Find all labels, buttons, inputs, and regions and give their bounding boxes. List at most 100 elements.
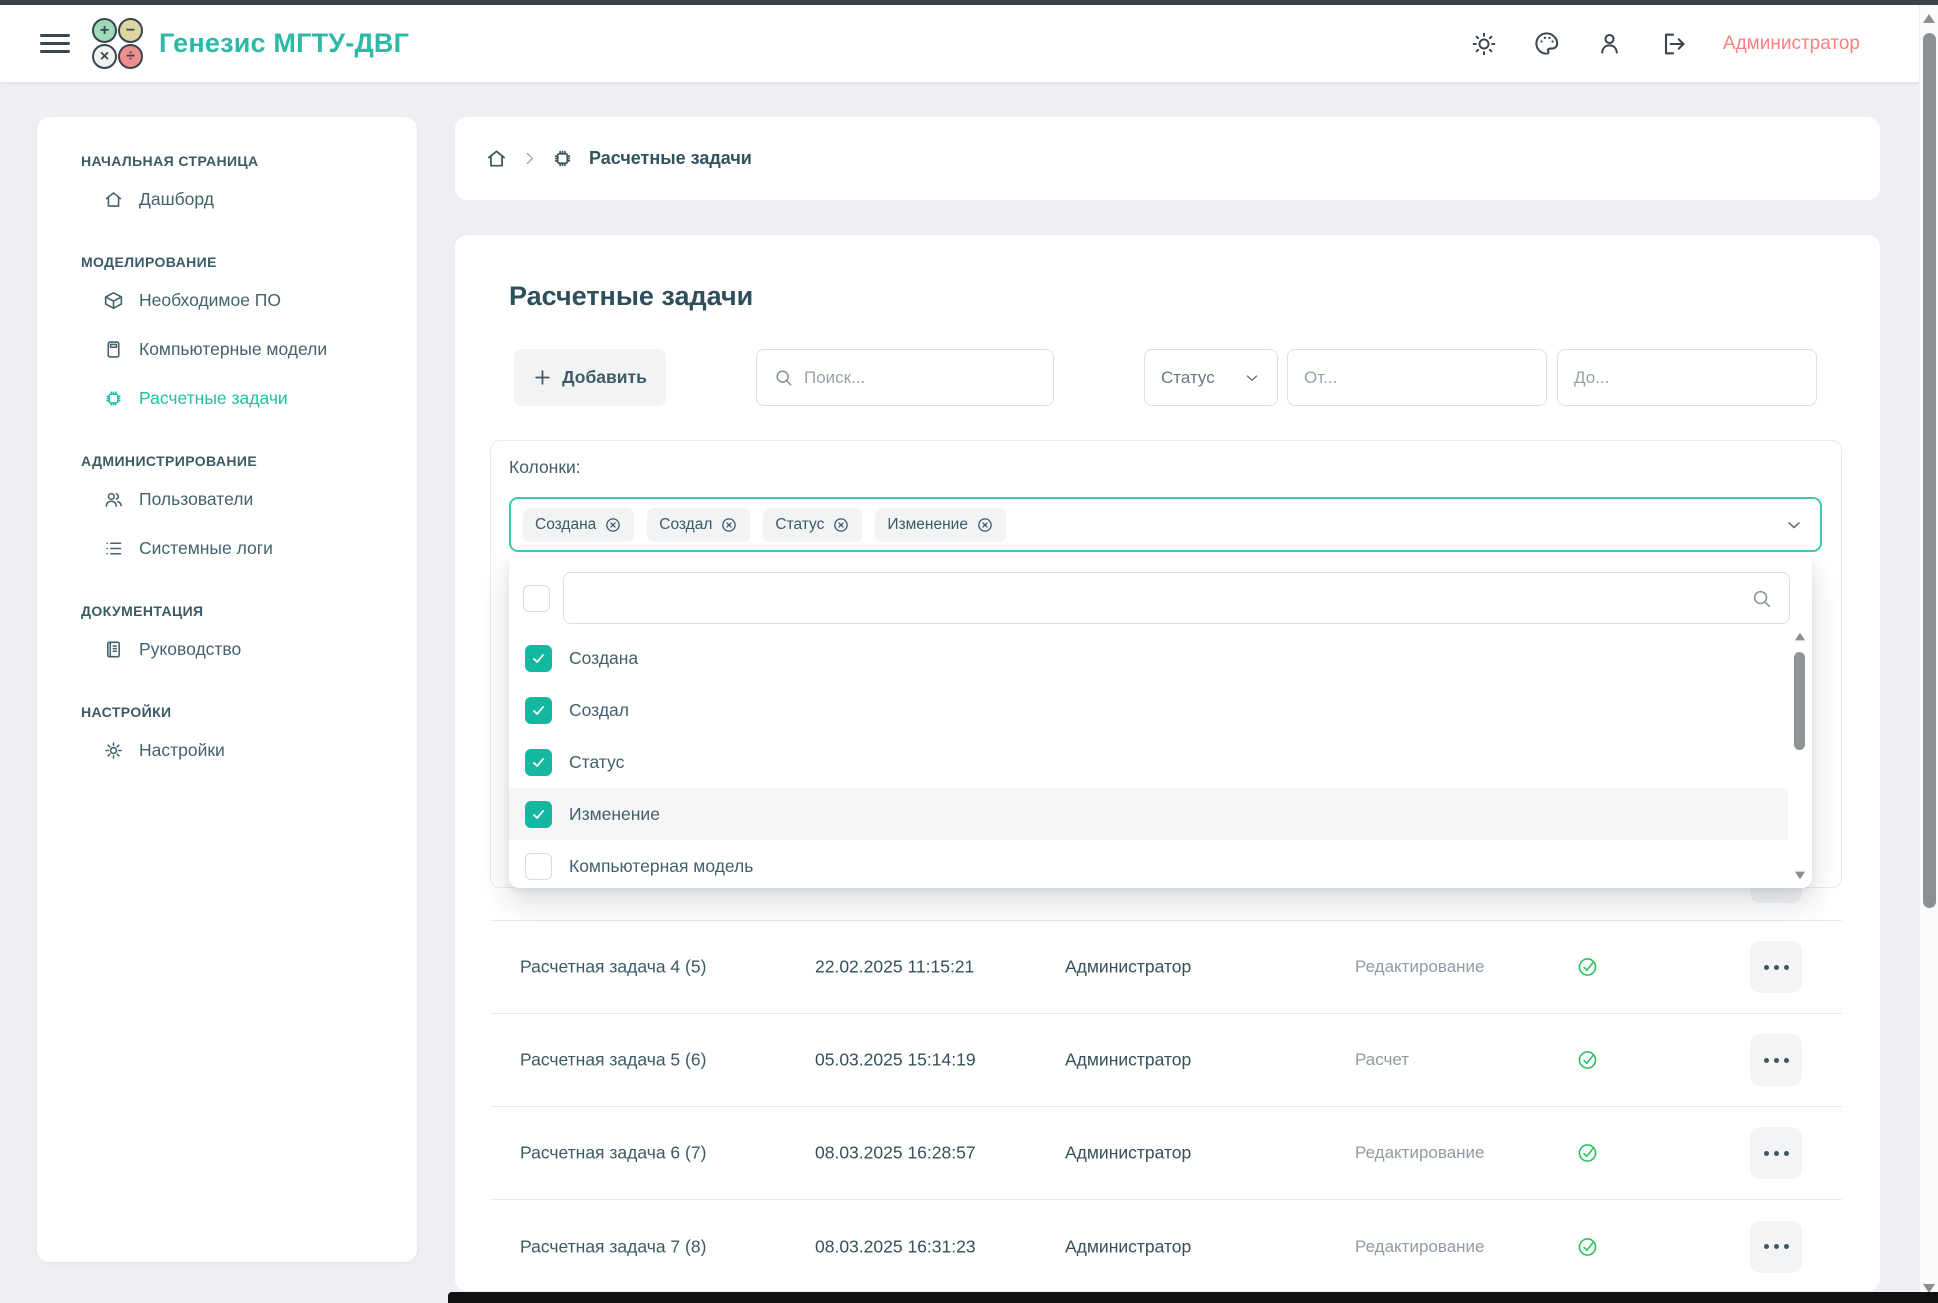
dropdown-option[interactable]: Компьютерная модель [509, 840, 1788, 892]
page-title: Расчетные задачи [509, 281, 754, 311]
sidebar-item-label: Пользователи [139, 489, 254, 509]
column-tag: Создана [523, 507, 635, 542]
column-tag-label: Создана [535, 515, 597, 533]
columns-dropdown: Создана Создал Статус Изменение Компьюте… [509, 558, 1812, 888]
tag-remove-icon[interactable] [976, 516, 994, 534]
logout-icon[interactable] [1659, 30, 1687, 58]
status-select[interactable]: Статус [1144, 349, 1278, 406]
horizontal-scrollbar[interactable] [448, 1292, 1938, 1303]
hamburger-menu-icon[interactable] [40, 29, 70, 58]
sidebar-item-manual[interactable]: Руководство [81, 625, 397, 674]
table-row[interactable]: Расчетная задача 4 (5) 22.02.2025 11:15:… [490, 921, 1842, 1014]
sidebar-item-label: Необходимое ПО [139, 290, 281, 310]
add-button-label: Добавить [562, 367, 647, 387]
row-menu-button[interactable] [1750, 1034, 1802, 1086]
row-menu-button[interactable] [1750, 941, 1802, 993]
date-from-input[interactable] [1304, 367, 1530, 388]
page-scrollbar[interactable] [1919, 5, 1938, 1303]
dropdown-option-label: Создал [569, 699, 629, 720]
sidebar: НАЧАЛЬНАЯ СТРАНИЦА Дашборд МОДЕЛИРОВАНИЕ… [37, 117, 417, 1262]
task-author: Администратор [1065, 1236, 1192, 1256]
checked-checkbox-icon[interactable] [525, 800, 552, 828]
scroll-down-arrow-icon[interactable] [1794, 871, 1806, 880]
sidebar-group-title: МОДЕЛИРОВАНИЕ [81, 254, 217, 270]
gear-icon [103, 740, 124, 761]
chevron-down-icon [1243, 369, 1261, 387]
column-tag: Изменение [875, 507, 1006, 542]
sidebar-item-label: Настройки [139, 740, 225, 760]
dropdown-option-highlighted[interactable]: Изменение [509, 788, 1788, 840]
sidebar-group-title: НАЧАЛЬНАЯ СТРАНИЦА [81, 153, 259, 169]
task-status: Редактирование [1355, 1143, 1485, 1162]
users-icon [103, 489, 124, 510]
sidebar-item-computer-models[interactable]: Компьютерные модели [81, 325, 397, 374]
date-to-input[interactable] [1574, 367, 1800, 388]
checked-checkbox-icon[interactable] [525, 696, 552, 724]
main-content-card: Расчетные задачи Добавить Статус Колонки… [455, 235, 1880, 1291]
dropdown-option[interactable]: Статус [509, 736, 1788, 788]
theme-sun-icon[interactable] [1471, 31, 1497, 57]
plus-icon [535, 370, 550, 385]
column-tag: Статус [763, 507, 863, 542]
task-status: Расчет [1355, 1050, 1410, 1069]
logs-icon [103, 538, 124, 559]
user-icon[interactable] [1596, 30, 1623, 57]
select-all-checkbox[interactable] [523, 584, 550, 612]
row-menu-button[interactable] [1750, 1127, 1802, 1179]
dropdown-option[interactable]: Создал [509, 684, 1788, 736]
dropdown-option-label: Статус [569, 751, 625, 772]
checked-checkbox-icon[interactable] [525, 644, 552, 672]
row-menu-button[interactable] [1750, 1220, 1802, 1273]
book-icon [103, 639, 124, 660]
table-row[interactable]: Расчетная задача 7 (8) 08.03.2025 16:31:… [490, 1200, 1842, 1293]
dropdown-scrollbar-thumb[interactable] [1794, 652, 1805, 750]
task-status: Редактирование [1355, 1236, 1485, 1256]
dropdown-option[interactable]: Создана [509, 632, 1788, 684]
column-tag-label: Изменение [887, 515, 968, 533]
sidebar-item-calculation-tasks[interactable]: Расчетные задачи [81, 374, 397, 423]
status-select-label: Статус [1161, 367, 1215, 387]
sidebar-item-users[interactable]: Пользователи [81, 475, 397, 524]
palette-icon[interactable] [1533, 30, 1560, 57]
user-role-label[interactable]: Администратор [1723, 33, 1860, 55]
window-top-edge [0, 0, 1938, 5]
calculator-icon [103, 339, 124, 360]
scroll-up-arrow-icon[interactable] [1923, 14, 1935, 23]
page-scrollbar-thumb[interactable] [1923, 33, 1936, 908]
tag-remove-icon[interactable] [604, 516, 622, 534]
dropdown-scrollbar[interactable] [1793, 632, 1807, 880]
task-name: Расчетная задача 6 (7) [520, 1142, 707, 1163]
sidebar-group-title: АДМИНИСТРИРОВАНИЕ [81, 453, 258, 469]
search-input[interactable] [804, 367, 1053, 388]
columns-label: Колонки: [509, 457, 581, 477]
table-row[interactable]: Расчетная задача 5 (6) 05.03.2025 15:14:… [490, 1014, 1842, 1107]
chevron-down-icon[interactable] [1784, 515, 1804, 535]
sidebar-item-settings[interactable]: Настройки [81, 726, 397, 775]
dropdown-search-field [563, 572, 1790, 624]
checked-checkbox-icon[interactable] [525, 748, 552, 776]
chevron-right-icon [521, 150, 538, 167]
add-button[interactable]: Добавить [514, 349, 666, 406]
sidebar-item-required-software[interactable]: Необходимое ПО [81, 276, 397, 325]
sidebar-group-title: ДОКУМЕНТАЦИЯ [81, 603, 204, 619]
dropdown-search-input[interactable] [564, 573, 1789, 623]
columns-multiselect[interactable]: Создана Создал Статус Изменение [509, 497, 1822, 552]
sidebar-item-system-logs[interactable]: Системные логи [81, 524, 397, 573]
logo-multiply-icon: × [92, 44, 117, 69]
breadcrumb-page-label[interactable]: Расчетные задачи [589, 148, 752, 169]
sidebar-item-dashboard[interactable]: Дашборд [81, 175, 397, 224]
logo-divide-icon: ÷ [118, 44, 143, 69]
breadcrumb: Расчетные задачи [455, 117, 1880, 200]
sidebar-item-label: Дашборд [139, 189, 214, 209]
table-row[interactable]: Расчетная задача 6 (7) 08.03.2025 16:28:… [490, 1107, 1842, 1200]
table-row-partial [490, 888, 1842, 921]
task-status: Редактирование [1355, 957, 1485, 976]
tag-remove-icon[interactable] [832, 516, 850, 534]
search-field [756, 349, 1054, 406]
tag-remove-icon[interactable] [720, 516, 738, 534]
breadcrumb-home-icon[interactable] [485, 147, 508, 170]
unchecked-checkbox-icon[interactable] [525, 852, 552, 880]
logo-minus-icon: − [118, 18, 143, 43]
scroll-up-arrow-icon[interactable] [1794, 632, 1806, 641]
chip-icon [103, 388, 124, 409]
